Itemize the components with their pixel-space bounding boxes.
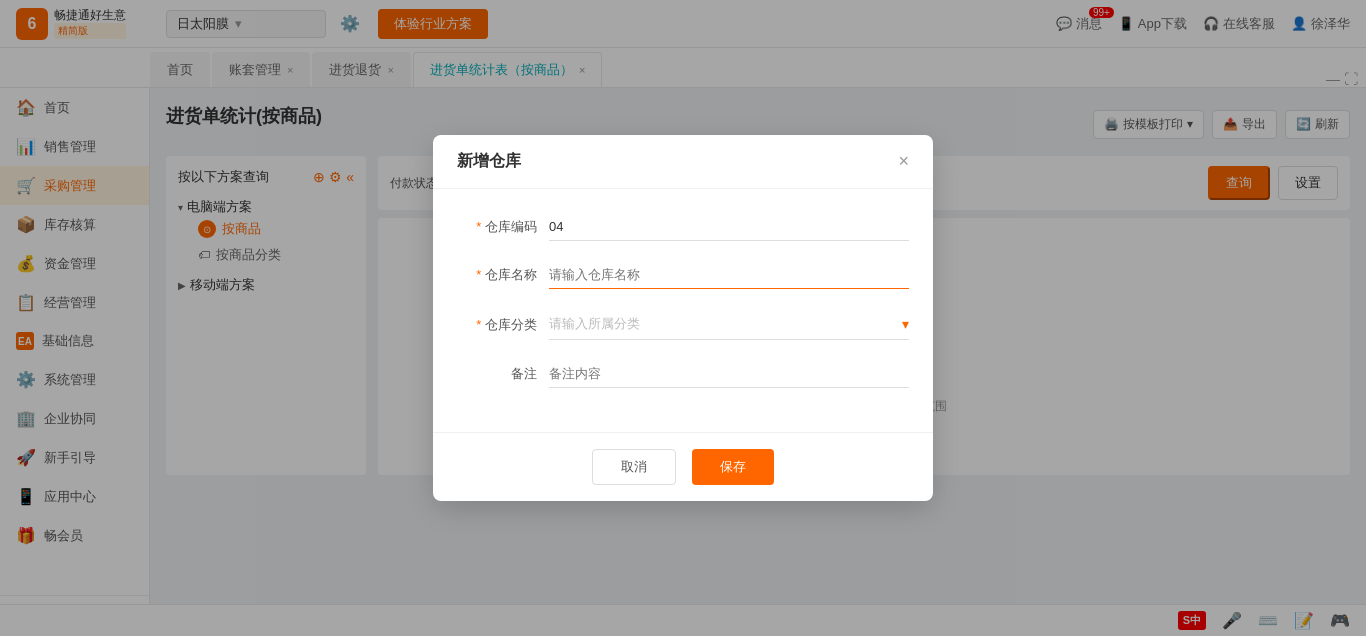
modal-close-icon[interactable]: ×: [898, 151, 909, 172]
remark-input[interactable]: [549, 360, 909, 388]
modal-footer: 取消 保存: [433, 432, 933, 501]
form-row-remark: 备注: [457, 360, 909, 388]
code-input[interactable]: [549, 213, 909, 241]
category-label: 仓库分类: [457, 316, 537, 334]
modal-title: 新增仓库: [457, 151, 521, 172]
code-label: 仓库编码: [457, 218, 537, 236]
form-row-code: 仓库编码: [457, 213, 909, 241]
modal-overlay: 新增仓库 × 仓库编码 仓库名称 仓库分类 请输入所属分类 ▾: [0, 0, 1366, 636]
name-label: 仓库名称: [457, 266, 537, 284]
new-warehouse-modal: 新增仓库 × 仓库编码 仓库名称 仓库分类 请输入所属分类 ▾: [433, 135, 933, 501]
modal-body: 仓库编码 仓库名称 仓库分类 请输入所属分类 ▾ 备注: [433, 189, 933, 432]
modal-header: 新增仓库 ×: [433, 135, 933, 189]
cancel-button[interactable]: 取消: [592, 449, 676, 485]
category-arrow-icon: ▾: [902, 316, 909, 332]
form-row-category: 仓库分类 请输入所属分类 ▾: [457, 309, 909, 340]
category-select[interactable]: 请输入所属分类 ▾: [549, 309, 909, 340]
remark-label: 备注: [457, 365, 537, 383]
save-button[interactable]: 保存: [692, 449, 774, 485]
category-placeholder: 请输入所属分类: [549, 315, 640, 333]
form-row-name: 仓库名称: [457, 261, 909, 289]
name-input[interactable]: [549, 261, 909, 289]
